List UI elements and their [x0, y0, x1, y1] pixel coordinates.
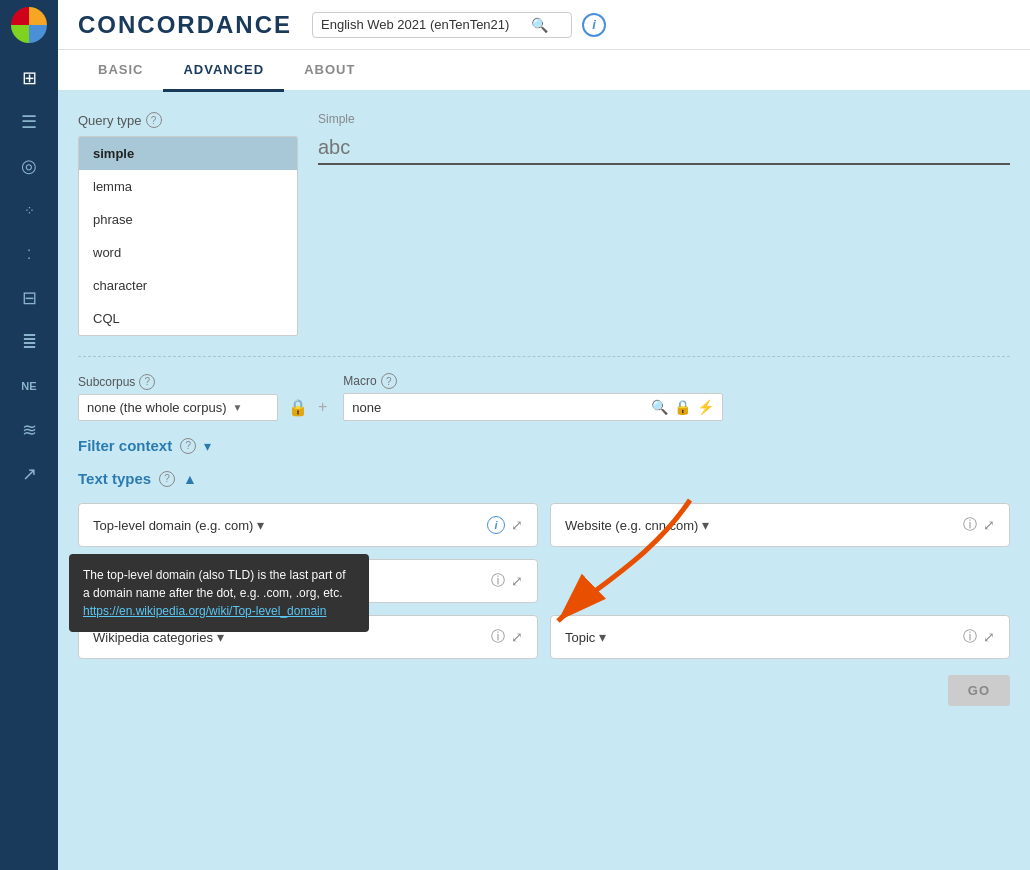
text-types-title[interactable]: Text types: [78, 470, 151, 487]
filter-context-section: Filter context ? ▾: [78, 437, 1010, 454]
sidebar-item-target[interactable]: ◎: [9, 146, 49, 186]
query-type-item-cql[interactable]: CQL: [79, 302, 297, 335]
text-type-card-website: Website (e.g. cnn.com) ▾ ⓘ ⤢: [550, 503, 1010, 547]
tab-advanced[interactable]: ADVANCED: [163, 50, 284, 92]
text-types-header: Text types ? ▲: [78, 470, 1010, 487]
tab-about[interactable]: ABOUT: [284, 50, 375, 92]
sidebar-item-trend[interactable]: ↗: [9, 454, 49, 494]
website-expand-icon[interactable]: ⤢: [983, 517, 995, 533]
query-type-item-character[interactable]: character: [79, 269, 297, 302]
go-row: GO: [78, 675, 1010, 706]
subcorpus-label: Subcorpus ?: [78, 374, 327, 390]
topic-info-icon[interactable]: ⓘ: [963, 628, 977, 646]
text-type-card-top-level-domain: Top-level domain (e.g. com) ▾ i ⤢ The to…: [78, 503, 538, 547]
subcorpus-section: Subcorpus ? none (the whole corpus) ▼ 🔒 …: [78, 374, 327, 421]
topic-label: Topic ▾: [565, 629, 606, 645]
topic-card-icons: ⓘ ⤢: [963, 628, 995, 646]
simple-input-section: Simple: [318, 112, 1010, 336]
topic-chevron[interactable]: ▾: [599, 629, 606, 645]
wikipedia-info-icon[interactable]: ⓘ: [491, 628, 505, 646]
corpus-info-icon[interactable]: i: [582, 13, 606, 37]
query-type-item-lemma[interactable]: lemma: [79, 170, 297, 203]
text-types-help-icon[interactable]: ?: [159, 471, 175, 487]
macro-lock-icon[interactable]: 🔒: [674, 399, 691, 415]
website-card-icons: ⓘ ⤢: [963, 516, 995, 534]
logo-circle: [11, 7, 47, 43]
query-type-help-icon[interactable]: ?: [146, 112, 162, 128]
sidebar-item-grid[interactable]: ⊞: [9, 58, 49, 98]
query-type-list: simple lemma phrase word character CQL: [78, 136, 298, 336]
query-type-item-word[interactable]: word: [79, 236, 297, 269]
sidebar-item-table[interactable]: ⊟: [9, 278, 49, 318]
heading-card-icons: ⓘ ⤢: [491, 572, 523, 590]
sidebar: ⊞ ☰ ◎ ⁘ ⁚ ⊟ ≣ NE ≋ ↗: [0, 0, 58, 870]
header: CONCORDANCE 🔍 i: [58, 0, 1030, 50]
filter-context-title[interactable]: Filter context: [78, 437, 172, 454]
sidebar-item-list[interactable]: ☰: [9, 102, 49, 142]
wikipedia-card-icons: ⓘ ⤢: [491, 628, 523, 646]
text-type-card-empty: [550, 559, 1010, 603]
heading-expand-icon[interactable]: ⤢: [511, 573, 523, 589]
tab-basic[interactable]: BASIC: [78, 50, 163, 92]
tabs-bar: BASIC ADVANCED ABOUT: [58, 50, 1030, 92]
website-info-icon[interactable]: ⓘ: [963, 516, 977, 534]
macro-flash-icon[interactable]: ⚡: [697, 399, 714, 415]
query-type-item-phrase[interactable]: phrase: [79, 203, 297, 236]
query-type-item-simple[interactable]: simple: [79, 137, 297, 170]
subcorpus-dropdown-arrow: ▼: [232, 402, 242, 413]
sidebar-item-bullet-list[interactable]: ⁚: [9, 234, 49, 274]
filter-context-chevron[interactable]: ▾: [204, 438, 211, 454]
website-chevron[interactable]: ▾: [702, 517, 709, 533]
text-types-chevron[interactable]: ▲: [183, 471, 197, 487]
tld-tooltip: The top-level domain (also TLD) is the l…: [69, 554, 369, 632]
text-type-card-topic: Topic ▾ ⓘ ⤢: [550, 615, 1010, 659]
subcorpus-add-icon[interactable]: +: [318, 398, 327, 416]
macro-help-icon[interactable]: ?: [381, 373, 397, 389]
wikipedia-expand-icon[interactable]: ⤢: [511, 629, 523, 645]
main-area: CONCORDANCE 🔍 i BASIC ADVANCED ABOUT Que…: [58, 0, 1030, 870]
subcorpus-select[interactable]: none (the whole corpus) ▼: [78, 394, 278, 421]
simple-query-input[interactable]: [318, 132, 1010, 165]
macro-search-icon[interactable]: 🔍: [651, 399, 668, 415]
corpus-search-input[interactable]: [321, 17, 531, 32]
subcorpus-help-icon[interactable]: ?: [139, 374, 155, 390]
sidebar-item-sorted-bars[interactable]: ≋: [9, 410, 49, 450]
top-level-domain-card-icons: i ⤢: [487, 516, 523, 534]
sidebar-item-ne[interactable]: NE: [9, 366, 49, 406]
query-type-container: Query type ? simple lemma phrase word ch…: [78, 112, 298, 336]
filter-context-help-icon[interactable]: ?: [180, 438, 196, 454]
sidebar-item-users[interactable]: ⁘: [9, 190, 49, 230]
query-type-label: Query type ?: [78, 112, 298, 128]
section-divider-1: [78, 356, 1010, 357]
content-area: Query type ? simple lemma phrase word ch…: [58, 92, 1030, 870]
sidebar-item-sorted-list[interactable]: ≣: [9, 322, 49, 362]
go-button[interactable]: GO: [948, 675, 1010, 706]
text-type-grid: Top-level domain (e.g. com) ▾ i ⤢ The to…: [78, 503, 1010, 659]
tooltip-link[interactable]: https://en.wikipedia.org/wiki/Top-level_…: [83, 604, 326, 618]
heading-info-icon[interactable]: ⓘ: [491, 572, 505, 590]
macro-label: Macro ?: [343, 373, 723, 389]
subcorpus-lock-icon[interactable]: 🔒: [288, 398, 308, 417]
subcorpus-row: Subcorpus ? none (the whole corpus) ▼ 🔒 …: [78, 373, 1010, 421]
macro-icons: 🔍 🔒 ⚡: [651, 399, 714, 415]
top-level-domain-chevron[interactable]: ▾: [257, 517, 264, 533]
query-section: Query type ? simple lemma phrase word ch…: [78, 112, 1010, 336]
app-logo: [0, 0, 58, 50]
app-title: CONCORDANCE: [78, 11, 292, 39]
macro-input[interactable]: [352, 400, 651, 415]
corpus-search-box[interactable]: 🔍: [312, 12, 572, 38]
simple-input-label: Simple: [318, 112, 1010, 126]
website-label: Website (e.g. cnn.com) ▾: [565, 517, 709, 533]
search-icon[interactable]: 🔍: [531, 17, 548, 33]
macro-input-row: 🔍 🔒 ⚡: [343, 393, 723, 421]
top-level-domain-label: Top-level domain (e.g. com) ▾: [93, 517, 264, 533]
macro-section: Macro ? 🔍 🔒 ⚡: [343, 373, 723, 421]
top-level-domain-info-icon[interactable]: i: [487, 516, 505, 534]
topic-expand-icon[interactable]: ⤢: [983, 629, 995, 645]
top-level-domain-expand-icon[interactable]: ⤢: [511, 517, 523, 533]
